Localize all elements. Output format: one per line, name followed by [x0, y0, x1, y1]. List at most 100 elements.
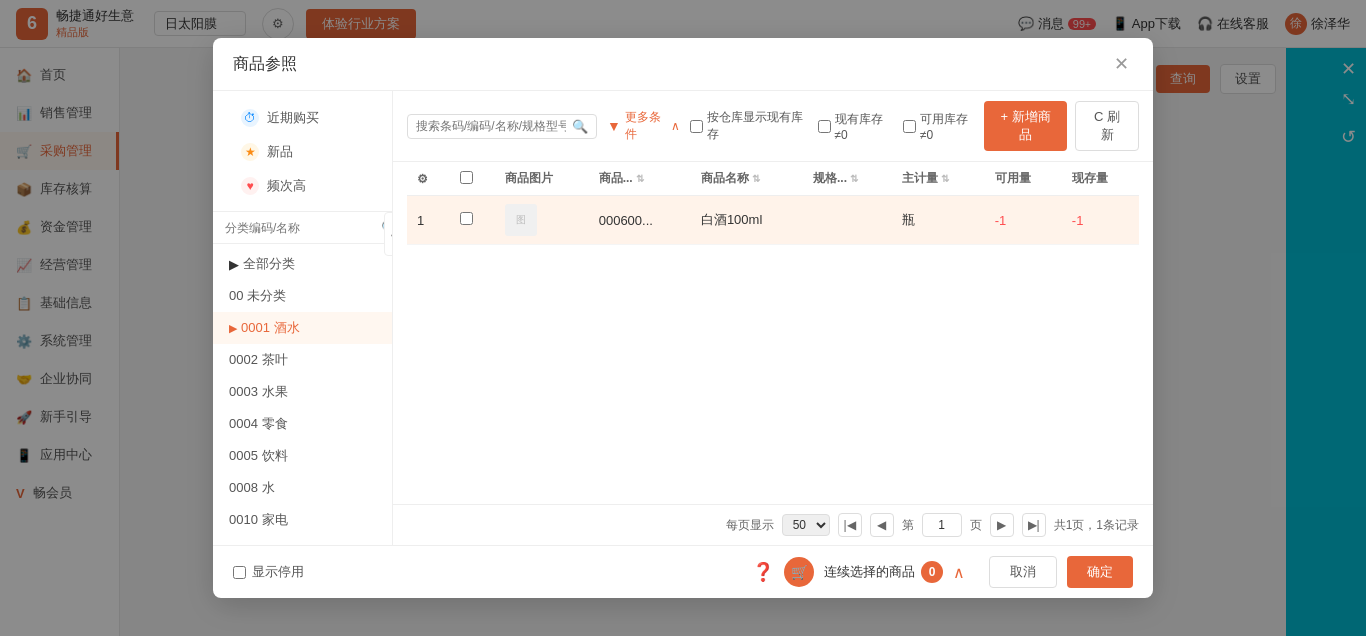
classify-search-area: 🔍	[213, 212, 392, 244]
classify-item-0010[interactable]: 0010 家电	[213, 504, 392, 535]
cart-icon[interactable]: 🛒	[784, 557, 814, 587]
table-header-row: ⚙ 商品图片 商品...⇅ 商品名称⇅ 规格...⇅ 主计量⇅ 可用量 现存量	[407, 162, 1139, 196]
confirm-button[interactable]: 确定	[1067, 556, 1133, 588]
add-product-button[interactable]: + 新增商品	[984, 101, 1067, 151]
classify-item-0004[interactable]: 0004 零食	[213, 408, 392, 440]
selected-goods-label: 连续选择的商品	[824, 563, 915, 581]
classify-label-0001: 0001 酒水	[241, 319, 300, 337]
footer-right: 取消 确定	[989, 556, 1133, 588]
check-stock-ne0[interactable]	[818, 120, 831, 133]
frequent-icon: ♥	[241, 177, 259, 195]
display-disabled-checkbox[interactable]	[233, 566, 246, 579]
check-warehouse-label[interactable]: 按仓库显示现有库存	[690, 109, 804, 143]
classify-label-0005: 0005 饮料	[229, 447, 288, 465]
collapse-panel-button[interactable]: «	[384, 212, 393, 256]
goods-count-badge: 0	[921, 561, 943, 583]
modal-close-button[interactable]: ✕	[1109, 52, 1133, 76]
col-checkbox	[450, 162, 495, 196]
modal-footer: 显示停用 ❓ 🛒 连续选择的商品 0 ∧ 取消 确定	[213, 545, 1153, 598]
check-usable-ne0[interactable]	[903, 120, 916, 133]
classify-item-0001[interactable]: ▶ 0001 酒水	[213, 312, 392, 344]
footer-left: 显示停用	[233, 563, 304, 581]
row-stock: -1	[1062, 196, 1139, 245]
classify-search-input[interactable]	[225, 221, 375, 235]
product-table-area: ⚙ 商品图片 商品...⇅ 商品名称⇅ 规格...⇅ 主计量⇅ 可用量 现存量	[393, 162, 1153, 504]
arrow-all: ▶	[229, 257, 239, 272]
classify-label-0004: 0004 零食	[229, 415, 288, 433]
page-input[interactable]	[922, 513, 962, 537]
product-search-input[interactable]	[416, 119, 566, 133]
left-panel: ⏱ 近期购买 ★ 新品 ♥ 频次高 «	[213, 91, 393, 545]
classify-item-00[interactable]: 00 未分类	[213, 280, 392, 312]
classify-label-0002: 0002 茶叶	[229, 351, 288, 369]
page-next-button[interactable]: ▶	[990, 513, 1014, 537]
classify-label-00: 00 未分类	[229, 287, 286, 305]
classify-label-0008: 0008 水	[229, 479, 275, 497]
product-table: ⚙ 商品图片 商品...⇅ 商品名称⇅ 规格...⇅ 主计量⇅ 可用量 现存量	[407, 162, 1139, 245]
product-search-icon[interactable]: 🔍	[572, 119, 588, 134]
recent-icon: ⏱	[241, 109, 259, 127]
filter-icon: ▼	[607, 118, 621, 134]
classify-item-0005[interactable]: 0005 饮料	[213, 440, 392, 472]
footer-center: ❓ 🛒 连续选择的商品 0 ∧	[752, 557, 965, 587]
classify-list: ▶ 全部分类 00 未分类 ▶ 0001 酒水 0002 茶叶 0003 水果	[213, 244, 392, 535]
classify-item-0002[interactable]: 0002 茶叶	[213, 344, 392, 376]
refresh-button[interactable]: C 刷新	[1075, 101, 1139, 151]
product-search-bar: 🔍	[407, 114, 597, 139]
col-spec: 规格...⇅	[803, 162, 893, 196]
more-filter-button[interactable]: ▼ 更多条件 ∧	[607, 109, 680, 143]
classify-label-0003: 0003 水果	[229, 383, 288, 401]
classify-item-all[interactable]: ▶ 全部分类	[213, 248, 392, 280]
right-panel: 🔍 ▼ 更多条件 ∧ 按仓库显示现有库存 现	[393, 91, 1153, 545]
table-row[interactable]: 1 图 000600... 白酒100ml 瓶	[407, 196, 1139, 245]
col-name: 商品名称⇅	[691, 162, 803, 196]
pagination-area: 每页显示 50 |◀ ◀ 第 页 ▶ ▶| 共1页，1条记录	[393, 504, 1153, 545]
quick-item-frequent[interactable]: ♥ 频次高	[225, 169, 380, 203]
filter-arrow: ∧	[671, 119, 680, 133]
cancel-button[interactable]: 取消	[989, 556, 1057, 588]
modal-body: ⏱ 近期购买 ★ 新品 ♥ 频次高 «	[213, 91, 1153, 545]
display-disabled-label[interactable]: 显示停用	[233, 563, 304, 581]
quick-item-new[interactable]: ★ 新品	[225, 135, 380, 169]
quick-label-new: 新品	[267, 143, 293, 161]
row-name: 白酒100ml	[691, 196, 803, 245]
row-checkbox-cell	[450, 196, 495, 245]
arrow-0001: ▶	[229, 322, 237, 335]
check-stock-ne0-label[interactable]: 现有库存≠0	[818, 111, 889, 142]
row-unit: 瓶	[892, 196, 984, 245]
col-usable: 可用量	[985, 162, 1062, 196]
classify-item-0008[interactable]: 0008 水	[213, 472, 392, 504]
row-img-cell: 图	[495, 196, 589, 245]
check-warehouse[interactable]	[690, 120, 703, 133]
quick-label-frequent: 频次高	[267, 177, 306, 195]
check-usable-ne0-label[interactable]: 可用库存≠0	[903, 111, 974, 142]
select-all-checkbox[interactable]	[460, 171, 473, 184]
collapse-footer-icon[interactable]: ∧	[953, 563, 965, 582]
help-icon[interactable]: ❓	[752, 561, 774, 583]
page-prev-button[interactable]: ◀	[870, 513, 894, 537]
modal-overlay: 商品参照 ✕ ⏱ 近期购买 ★ 新品 ♥	[0, 0, 1366, 636]
classify-item-0003[interactable]: 0003 水果	[213, 376, 392, 408]
col-settings: ⚙	[407, 162, 450, 196]
col-unit: 主计量⇅	[892, 162, 984, 196]
quick-items-section: ⏱ 近期购买 ★ 新品 ♥ 频次高	[213, 101, 392, 212]
page-label: 第	[902, 517, 914, 534]
page-info: 共1页，1条记录	[1054, 517, 1139, 534]
classify-label-all: 全部分类	[243, 255, 295, 273]
row-num: 1	[407, 196, 450, 245]
row-checkbox[interactable]	[460, 212, 473, 225]
page-last-button[interactable]: ▶|	[1022, 513, 1046, 537]
page-size-select[interactable]: 50	[782, 514, 830, 536]
quick-label-recent: 近期购买	[267, 109, 319, 127]
product-image: 图	[505, 204, 537, 236]
check-stock-ne0-text: 现有库存≠0	[835, 111, 889, 142]
table-settings-icon[interactable]: ⚙	[417, 172, 428, 186]
col-code: 商品...⇅	[589, 162, 691, 196]
row-spec	[803, 196, 893, 245]
filter-checkboxes: 按仓库显示现有库存 现有库存≠0 可用库存≠0	[690, 109, 975, 143]
row-code: 000600...	[589, 196, 691, 245]
quick-item-recent[interactable]: ⏱ 近期购买	[225, 101, 380, 135]
display-disabled-text: 显示停用	[252, 563, 304, 581]
classify-label-0010: 0010 家电	[229, 511, 288, 529]
page-first-button[interactable]: |◀	[838, 513, 862, 537]
